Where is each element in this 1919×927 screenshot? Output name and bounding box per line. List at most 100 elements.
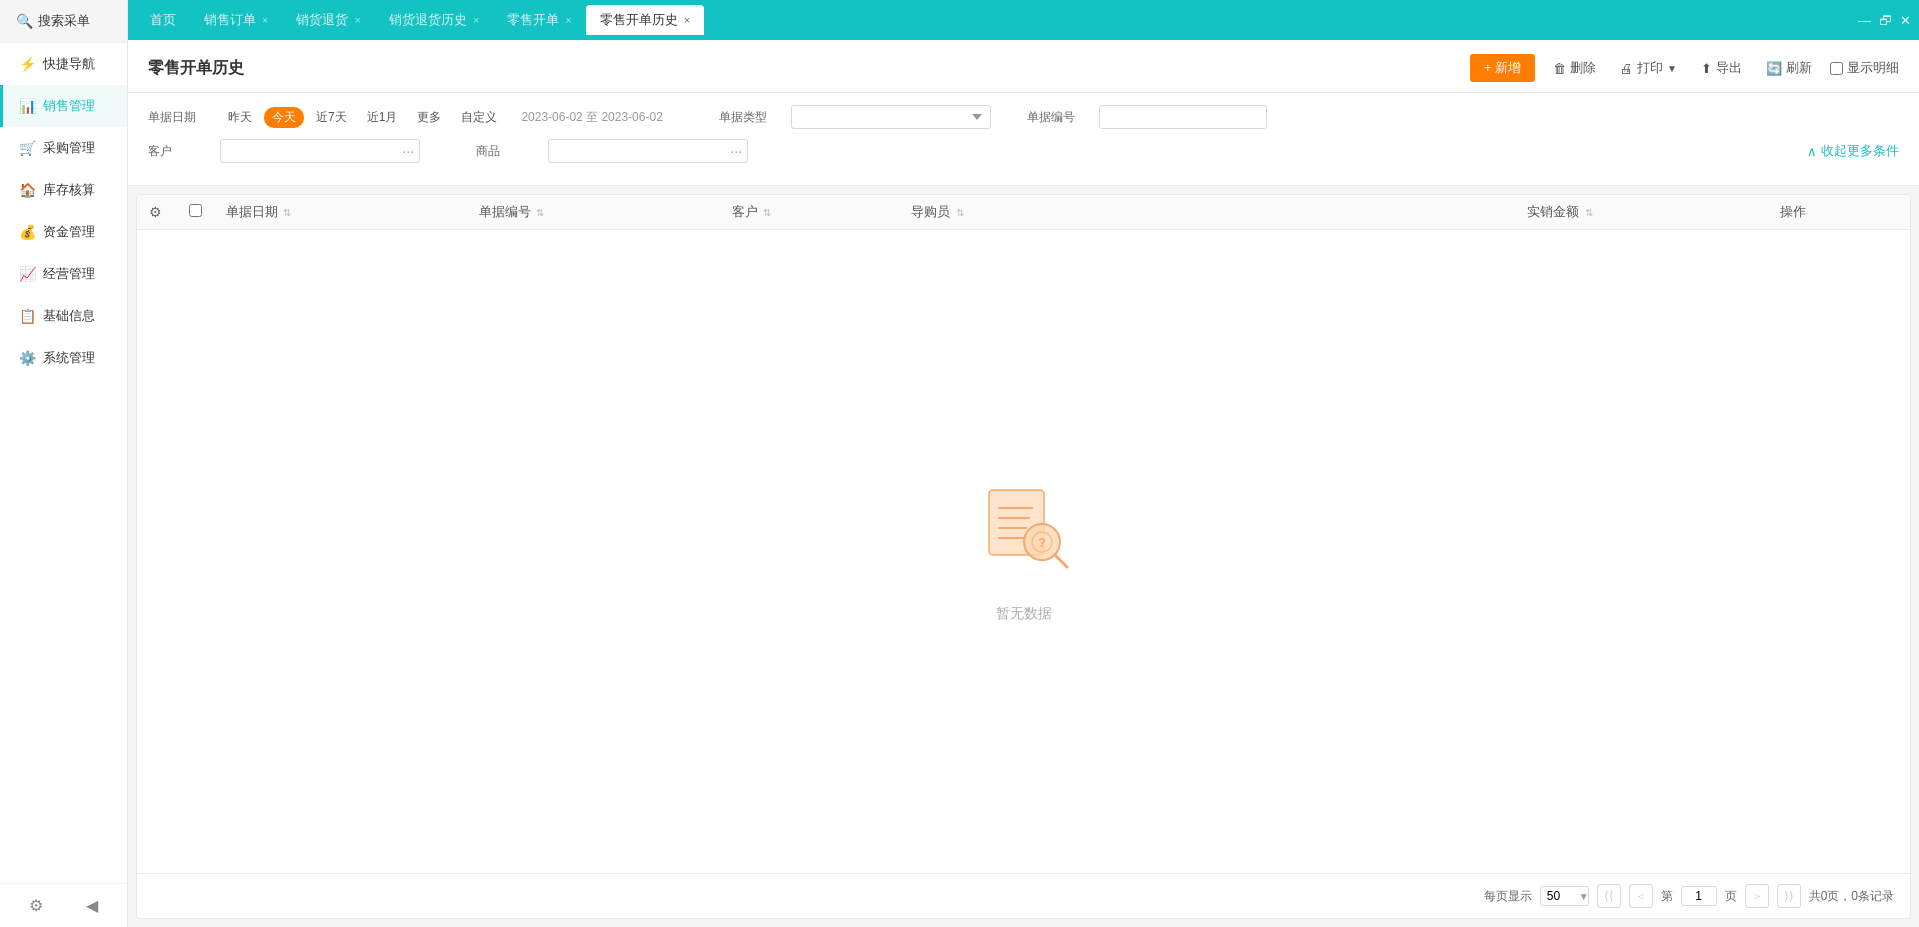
doc-no-label: 单据编号 bbox=[1027, 109, 1083, 126]
pagination-total: 共0页，0条记录 bbox=[1809, 888, 1894, 905]
purchase-mgmt-icon: 🛒 bbox=[19, 140, 35, 156]
sidebar-item-operations[interactable]: 📈 经营管理 bbox=[0, 253, 127, 295]
tab-sales-return-history[interactable]: 销货退货历史 × bbox=[375, 5, 493, 35]
sidebar-item-label: 资金管理 bbox=[43, 223, 95, 241]
print-button[interactable]: 🖨 打印 ▼ bbox=[1614, 55, 1683, 81]
window-close-icon[interactable]: ✕ bbox=[1900, 13, 1911, 28]
print-dropdown-icon[interactable]: ▼ bbox=[1667, 63, 1677, 74]
date-opt-last7days[interactable]: 近7天 bbox=[308, 107, 355, 128]
display-detail-toggle[interactable]: 显示明细 bbox=[1830, 59, 1899, 77]
tab-sales-order[interactable]: 销售订单 × bbox=[190, 5, 282, 35]
tabs-bar: 首页 销售订单 × 销货退货 × 销货退货历史 × 零售开单 × 零售开单历史 … bbox=[128, 0, 1919, 40]
tab-retail-open-history-label: 零售开单历史 bbox=[600, 11, 678, 29]
tab-sales-return[interactable]: 销货退货 × bbox=[282, 5, 374, 35]
date-opt-more[interactable]: 更多 bbox=[409, 107, 449, 128]
empty-state: ? 暂无数据 bbox=[137, 230, 1910, 873]
page-label-prefix: 第 bbox=[1661, 888, 1673, 905]
doc-type-select-wrapper bbox=[791, 105, 991, 129]
tab-home[interactable]: 首页 bbox=[136, 5, 190, 35]
next-page-btn[interactable]: ＞ bbox=[1745, 884, 1769, 908]
salesperson-sort-icon[interactable]: ⇅ bbox=[956, 207, 964, 218]
sidebar-item-label: 经营管理 bbox=[43, 265, 95, 283]
prev-page-btn[interactable]: ＜ bbox=[1629, 884, 1653, 908]
inventory-icon: 🏠 bbox=[19, 182, 35, 198]
customer-picker-icon[interactable]: ··· bbox=[402, 143, 414, 159]
doc-type-label: 单据类型 bbox=[719, 109, 775, 126]
tab-sales-return-history-label: 销货退货历史 bbox=[389, 11, 467, 29]
tab-retail-open-history[interactable]: 零售开单历史 × bbox=[586, 5, 704, 35]
sidebar-item-label: 采购管理 bbox=[43, 139, 95, 157]
date-opt-last1month[interactable]: 近1月 bbox=[359, 107, 406, 128]
tab-retail-open-close[interactable]: × bbox=[565, 14, 571, 26]
page-content: 零售开单历史 + 新增 🗑 删除 🖨 打印 ▼ ⬆ 导出 🔄 bbox=[128, 40, 1919, 927]
date-opt-yesterday[interactable]: 昨天 bbox=[220, 107, 260, 128]
product-input-wrapper: ··· bbox=[548, 139, 748, 163]
customer-sort-icon[interactable]: ⇅ bbox=[763, 207, 771, 218]
tab-sales-return-close[interactable]: × bbox=[354, 14, 360, 26]
refresh-icon: 🔄 bbox=[1766, 61, 1782, 76]
tab-sales-return-history-close[interactable]: × bbox=[473, 14, 479, 26]
no-sort-icon[interactable]: ⇅ bbox=[536, 207, 544, 218]
sidebar-item-label: 基础信息 bbox=[43, 307, 95, 325]
delete-button[interactable]: 🗑 删除 bbox=[1547, 55, 1602, 81]
collapse-filters-btn[interactable]: ∧ 收起更多条件 bbox=[1807, 142, 1899, 160]
tab-retail-open[interactable]: 零售开单 × bbox=[493, 5, 585, 35]
search-icon: 🔍 bbox=[16, 13, 32, 29]
collapse-arrow-icon: ∧ bbox=[1807, 144, 1817, 159]
collapse-sidebar-icon[interactable]: ◀ bbox=[86, 896, 98, 915]
page-label-suffix: 页 bbox=[1725, 888, 1737, 905]
tab-retail-open-history-close[interactable]: × bbox=[684, 14, 690, 26]
empty-icon: ? bbox=[974, 480, 1074, 589]
date-options: 昨天 今天 近7天 近1月 更多 自定义 bbox=[220, 107, 505, 128]
export-button[interactable]: ⬆ 导出 bbox=[1695, 55, 1748, 81]
table-area: ⚙ 单据日期 ⇅ 单据编号 ⇅ bbox=[136, 194, 1911, 919]
col-amount-header[interactable]: 实销金额 ⇅ bbox=[1515, 195, 1768, 230]
data-table: ⚙ 单据日期 ⇅ 单据编号 ⇅ bbox=[137, 195, 1910, 230]
col-salesperson-header[interactable]: 导购员 ⇅ bbox=[899, 195, 1115, 230]
tab-sales-order-close[interactable]: × bbox=[262, 14, 268, 26]
product-input[interactable] bbox=[548, 139, 748, 163]
select-all-checkbox[interactable] bbox=[189, 204, 202, 217]
sidebar-item-base-info[interactable]: 📋 基础信息 bbox=[0, 295, 127, 337]
window-restore-icon[interactable]: 🗗 bbox=[1879, 13, 1892, 28]
sidebar-item-label: 库存核算 bbox=[43, 181, 95, 199]
sidebar-item-label: 快捷导航 bbox=[43, 55, 95, 73]
filter-row-1: 单据日期 昨天 今天 近7天 近1月 更多 自定义 2023-06-02 至 2… bbox=[148, 105, 1899, 129]
sidebar-item-inventory[interactable]: 🏠 库存核算 bbox=[0, 169, 127, 211]
date-label: 单据日期 bbox=[148, 109, 204, 126]
sidebar-item-sales-mgmt[interactable]: 📊 销售管理 bbox=[0, 85, 127, 127]
table-settings-icon[interactable]: ⚙ bbox=[149, 204, 162, 220]
print-icon: 🖨 bbox=[1620, 61, 1633, 76]
col-customer-header[interactable]: 客户 ⇅ bbox=[720, 195, 899, 230]
customer-input[interactable] bbox=[220, 139, 420, 163]
amount-sort-icon[interactable]: ⇅ bbox=[1585, 207, 1593, 218]
col-checkbox bbox=[177, 195, 214, 230]
sidebar-item-finance[interactable]: 💰 资金管理 bbox=[0, 211, 127, 253]
date-sort-icon[interactable]: ⇅ bbox=[283, 207, 291, 218]
doc-type-select[interactable] bbox=[791, 105, 991, 129]
tab-retail-open-label: 零售开单 bbox=[507, 11, 559, 29]
date-opt-custom[interactable]: 自定义 bbox=[453, 107, 505, 128]
date-opt-today[interactable]: 今天 bbox=[264, 107, 304, 128]
first-page-btn[interactable]: ⟨⟨ bbox=[1597, 884, 1621, 908]
display-detail-checkbox[interactable] bbox=[1830, 62, 1843, 75]
sidebar-item-purchase-mgmt[interactable]: 🛒 采购管理 bbox=[0, 127, 127, 169]
tab-sales-return-label: 销货退货 bbox=[296, 11, 348, 29]
product-picker-icon[interactable]: ··· bbox=[730, 143, 742, 159]
window-minimize-icon[interactable]: — bbox=[1858, 13, 1871, 28]
refresh-button[interactable]: 🔄 刷新 bbox=[1760, 55, 1818, 81]
tab-home-label: 首页 bbox=[150, 11, 176, 29]
sales-mgmt-icon: 📊 bbox=[19, 98, 35, 114]
sidebar-search[interactable]: 🔍 搜索采单 bbox=[0, 0, 127, 43]
add-button[interactable]: + 新增 bbox=[1470, 54, 1535, 82]
settings-icon[interactable]: ⚙ bbox=[29, 896, 43, 915]
sidebar-item-quick-nav[interactable]: ⚡ 快捷导航 bbox=[0, 43, 127, 85]
col-no-header[interactable]: 单据编号 ⇅ bbox=[467, 195, 720, 230]
col-date-header[interactable]: 单据日期 ⇅ bbox=[214, 195, 467, 230]
doc-no-input[interactable] bbox=[1099, 105, 1267, 129]
per-page-select[interactable]: 50 10 20 100 bbox=[1540, 886, 1589, 906]
last-page-btn[interactable]: ⟩⟩ bbox=[1777, 884, 1801, 908]
sidebar-item-sys-mgmt[interactable]: ⚙️ 系统管理 bbox=[0, 337, 127, 379]
svg-text:?: ? bbox=[1038, 535, 1046, 550]
page-input[interactable] bbox=[1681, 886, 1717, 906]
